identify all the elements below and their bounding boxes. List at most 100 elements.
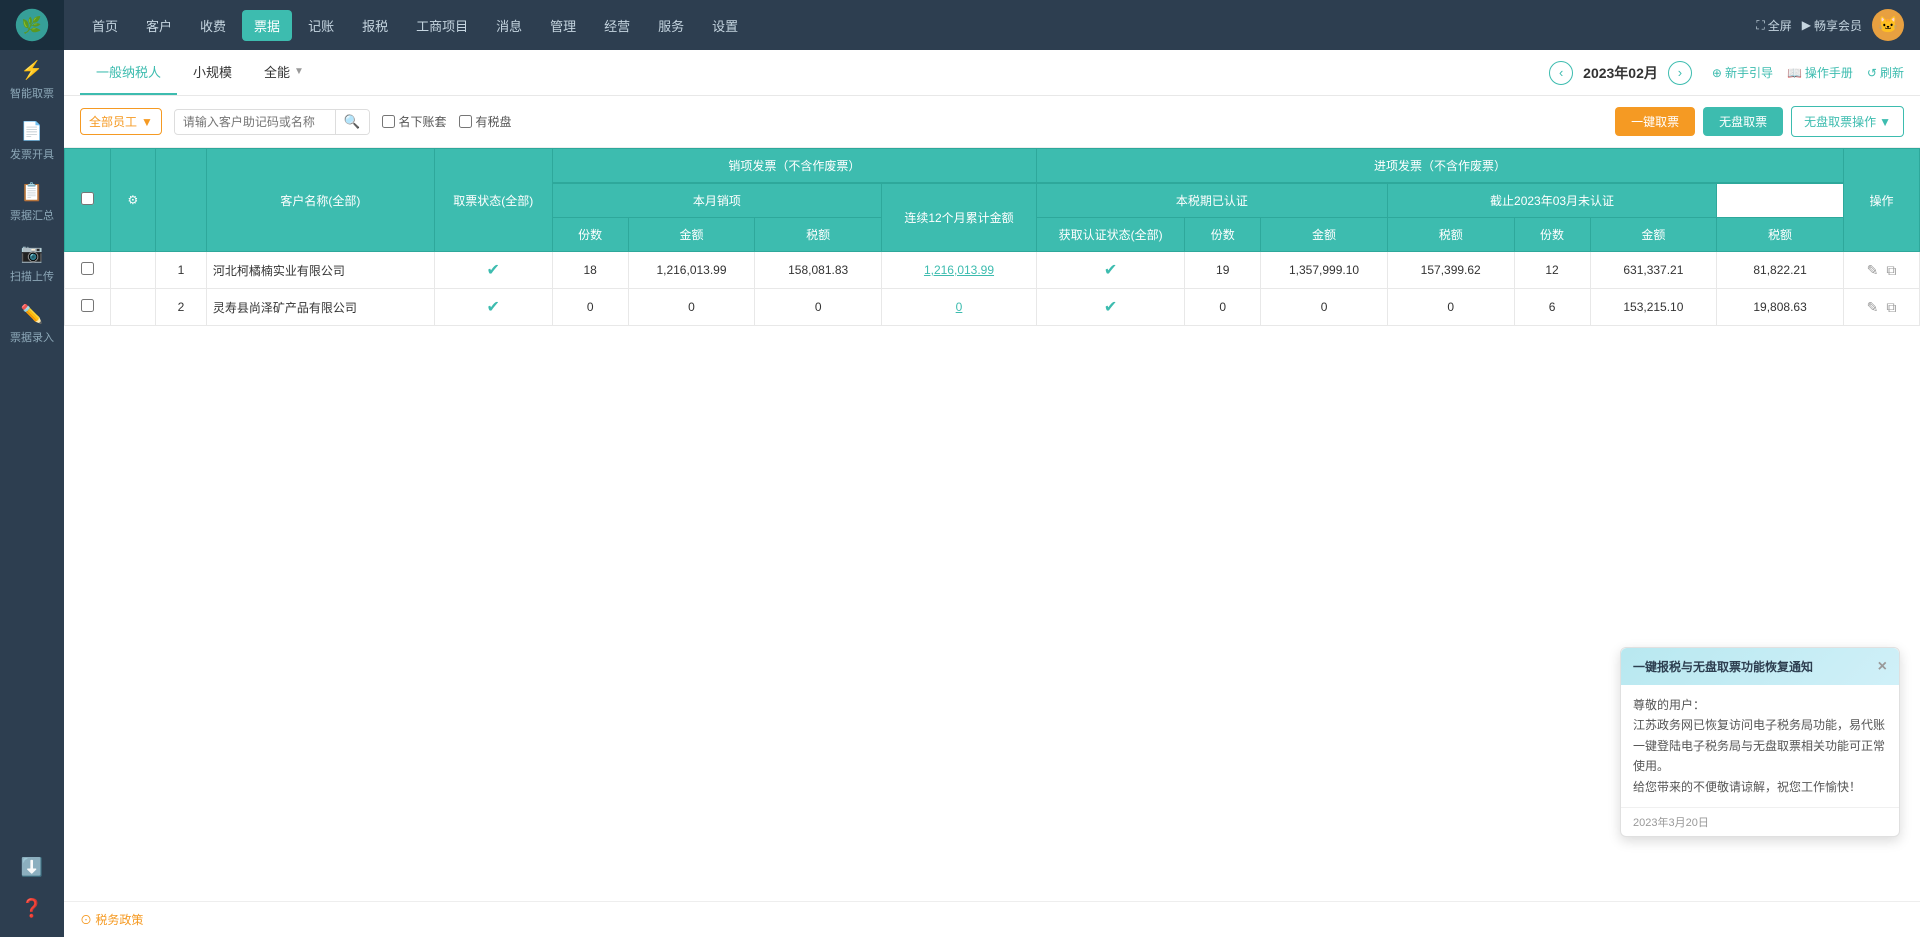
nav-right-area: ⛶ 全屏 ▶ 畅享会员 🐱	[1756, 9, 1904, 41]
row-purchase-period-tax: 0	[1387, 289, 1514, 326]
sidebar-help[interactable]: ❓	[0, 890, 64, 927]
th-sales-group: 销项发票（不含作废票）	[552, 149, 1036, 184]
nav-tax[interactable]: 报税	[350, 10, 400, 41]
check-taxable-text: 有税盘	[476, 113, 512, 130]
th-ops: 操作	[1843, 149, 1919, 252]
th-cert-status: 获取认证状态(全部)	[1037, 218, 1185, 252]
tab-date-text: 2023年02月	[1583, 63, 1658, 83]
search-button[interactable]: 🔍	[335, 110, 369, 134]
check-taxable-checkbox[interactable]	[459, 115, 472, 128]
issue-invoice-icon: 📄	[21, 121, 43, 142]
select-all-checkbox[interactable]	[81, 192, 94, 205]
tab-date-nav: ‹ 2023年02月 ›	[1549, 61, 1692, 85]
tab-all[interactable]: 全能 ▼	[248, 50, 320, 95]
row-sales-cumulative[interactable]: 0	[882, 289, 1037, 326]
bottom-bar: ⊙ 税务政策	[64, 901, 1920, 937]
th-settings: ⚙	[110, 149, 156, 252]
notification-line2: 江苏政务网已恢复访问电子税务局功能，易代账一键登陆电子税务局与无盘取票相关功能可…	[1633, 715, 1887, 776]
nav-clients[interactable]: 客户	[134, 10, 184, 41]
no-disk-fetch-button[interactable]: 无盘取票	[1703, 107, 1783, 136]
th-purchase-period-tax: 税额	[1387, 218, 1514, 252]
row-purchase-uncert-num: 6	[1514, 289, 1590, 326]
nav-business[interactable]: 工商项目	[404, 10, 480, 41]
tax-policy-link[interactable]: ⊙ 税务政策	[80, 911, 143, 928]
nav-manage[interactable]: 管理	[538, 10, 588, 41]
row-edit-icon[interactable]: ✎	[1867, 299, 1879, 316]
new-guide-action[interactable]: ⊕ 新手引导	[1712, 64, 1773, 81]
row-sales-cumulative[interactable]: 1,216,013.99	[882, 252, 1037, 289]
nav-home[interactable]: 首页	[80, 10, 130, 41]
row-copy-icon[interactable]: ⧉	[1886, 262, 1896, 279]
sidebar-item-scan-upload[interactable]: 📷 扫描上传	[0, 233, 64, 294]
nav-fullscreen[interactable]: ⛶ 全屏	[1756, 17, 1791, 34]
row-no: 2	[156, 289, 207, 326]
notification-header: 一键报税与无盘取票功能恢复通知 ×	[1621, 648, 1899, 685]
nav-operation[interactable]: 经营	[592, 10, 642, 41]
row-client-name: 灵寿县尚泽矿产品有限公司	[206, 289, 434, 326]
sidebar-item-data-entry[interactable]: ✏️ 票据录入	[0, 294, 64, 355]
row-cert-status: ✔	[1037, 289, 1185, 326]
avatar[interactable]: 🐱	[1872, 9, 1904, 41]
sidebar-item-smart-fetch[interactable]: ⚡ 智能取票	[0, 50, 64, 111]
check-account-label[interactable]: 名下账套	[382, 113, 447, 130]
check-account-checkbox[interactable]	[382, 115, 395, 128]
th-sales-cumulative: 连续12个月累计金额	[882, 183, 1037, 252]
row-copy-icon[interactable]: ⧉	[1886, 299, 1896, 316]
row-purchase-period-tax: 157,399.62	[1387, 252, 1514, 289]
sidebar-item-invoice-summary[interactable]: 📋 票据汇总	[0, 172, 64, 233]
row-ops: ✎ ⧉	[1843, 252, 1919, 289]
employee-select[interactable]: 全部员工 ▼	[80, 108, 162, 135]
nav-message[interactable]: 消息	[484, 10, 534, 41]
row-sales-amount: 0	[628, 289, 755, 326]
row-no: 1	[156, 252, 207, 289]
row-edit-icon[interactable]: ✎	[1867, 262, 1879, 279]
date-next-arrow[interactable]: ›	[1668, 61, 1692, 85]
sidebar-item-smart-fetch-label: 智能取票	[10, 85, 54, 101]
play-icon: ▶	[1802, 18, 1811, 32]
row-fetch-status: ✔	[434, 289, 552, 326]
no-disk-ops-button[interactable]: 无盘取票操作 ▼	[1791, 106, 1904, 137]
nav-invoice[interactable]: 票据	[242, 10, 292, 41]
check-taxable-label[interactable]: 有税盘	[459, 113, 512, 130]
tab-small-scale[interactable]: 小规模	[177, 50, 248, 95]
scan-upload-icon: 📷	[21, 243, 43, 264]
notification-close-button[interactable]: ×	[1878, 659, 1887, 675]
nav-settings[interactable]: 设置	[700, 10, 750, 41]
sidebar-item-issue-invoice[interactable]: 📄 发票开具	[0, 111, 64, 172]
row-checkbox[interactable]	[65, 252, 111, 289]
no-disk-ops-label: 无盘取票操作	[1804, 113, 1876, 130]
nav-member[interactable]: ▶ 畅享会员	[1802, 17, 1862, 34]
row-purchase-period-amount: 1,357,999.10	[1261, 252, 1388, 289]
fullscreen-icon: ⛶	[1756, 18, 1764, 33]
row-fetch-status: ✔	[434, 252, 552, 289]
operation-manual-action[interactable]: 📖 操作手册	[1787, 64, 1853, 81]
row-sales-tax: 158,081.83	[755, 252, 882, 289]
row-sales-num: 18	[552, 252, 628, 289]
nav-accounting[interactable]: 记账	[296, 10, 346, 41]
nav-billing[interactable]: 收费	[188, 10, 238, 41]
th-purchase-period-amount: 金额	[1261, 218, 1388, 252]
notification-scroll[interactable]: 尊敬的用户： 江苏政务网已恢复访问电子税务局功能，易代账一键登陆电子税务局与无盘…	[1621, 685, 1899, 807]
refresh-action[interactable]: ↺ 刷新	[1867, 64, 1904, 81]
row-client-name: 河北柯橘楠实业有限公司	[206, 252, 434, 289]
one-key-fetch-button[interactable]: 一键取票	[1615, 107, 1695, 136]
refresh-icon: ↺	[1867, 66, 1877, 80]
th-purchase-group: 进项发票（不含作废票）	[1037, 149, 1844, 184]
nav-service[interactable]: 服务	[646, 10, 696, 41]
search-input[interactable]	[175, 111, 335, 133]
tab-all-label: 全能	[264, 62, 290, 81]
sidebar-item-data-entry-label: 票据录入	[10, 329, 54, 345]
th-purchase-period-num: 份数	[1185, 218, 1261, 252]
svg-text:🌿: 🌿	[22, 15, 42, 34]
sidebar-download[interactable]: ⬇️	[0, 849, 64, 886]
row-ops: ✎ ⧉	[1843, 289, 1919, 326]
tab-general-taxpayer[interactable]: 一般纳税人	[80, 50, 177, 95]
date-prev-arrow[interactable]: ‹	[1549, 61, 1573, 85]
th-checkbox	[65, 149, 111, 252]
th-purchase-period: 本税期已认证	[1037, 183, 1388, 218]
search-bar: 🔍	[174, 109, 370, 135]
notification-popup: 一键报税与无盘取票功能恢复通知 × 尊敬的用户： 江苏政务网已恢复访问电子税务局…	[1620, 647, 1900, 837]
operation-manual-icon: 📖	[1787, 66, 1802, 80]
table-row: 1 河北柯橘楠实业有限公司 ✔ 18 1,216,013.99 158,081.…	[65, 252, 1920, 289]
row-checkbox[interactable]	[65, 289, 111, 326]
